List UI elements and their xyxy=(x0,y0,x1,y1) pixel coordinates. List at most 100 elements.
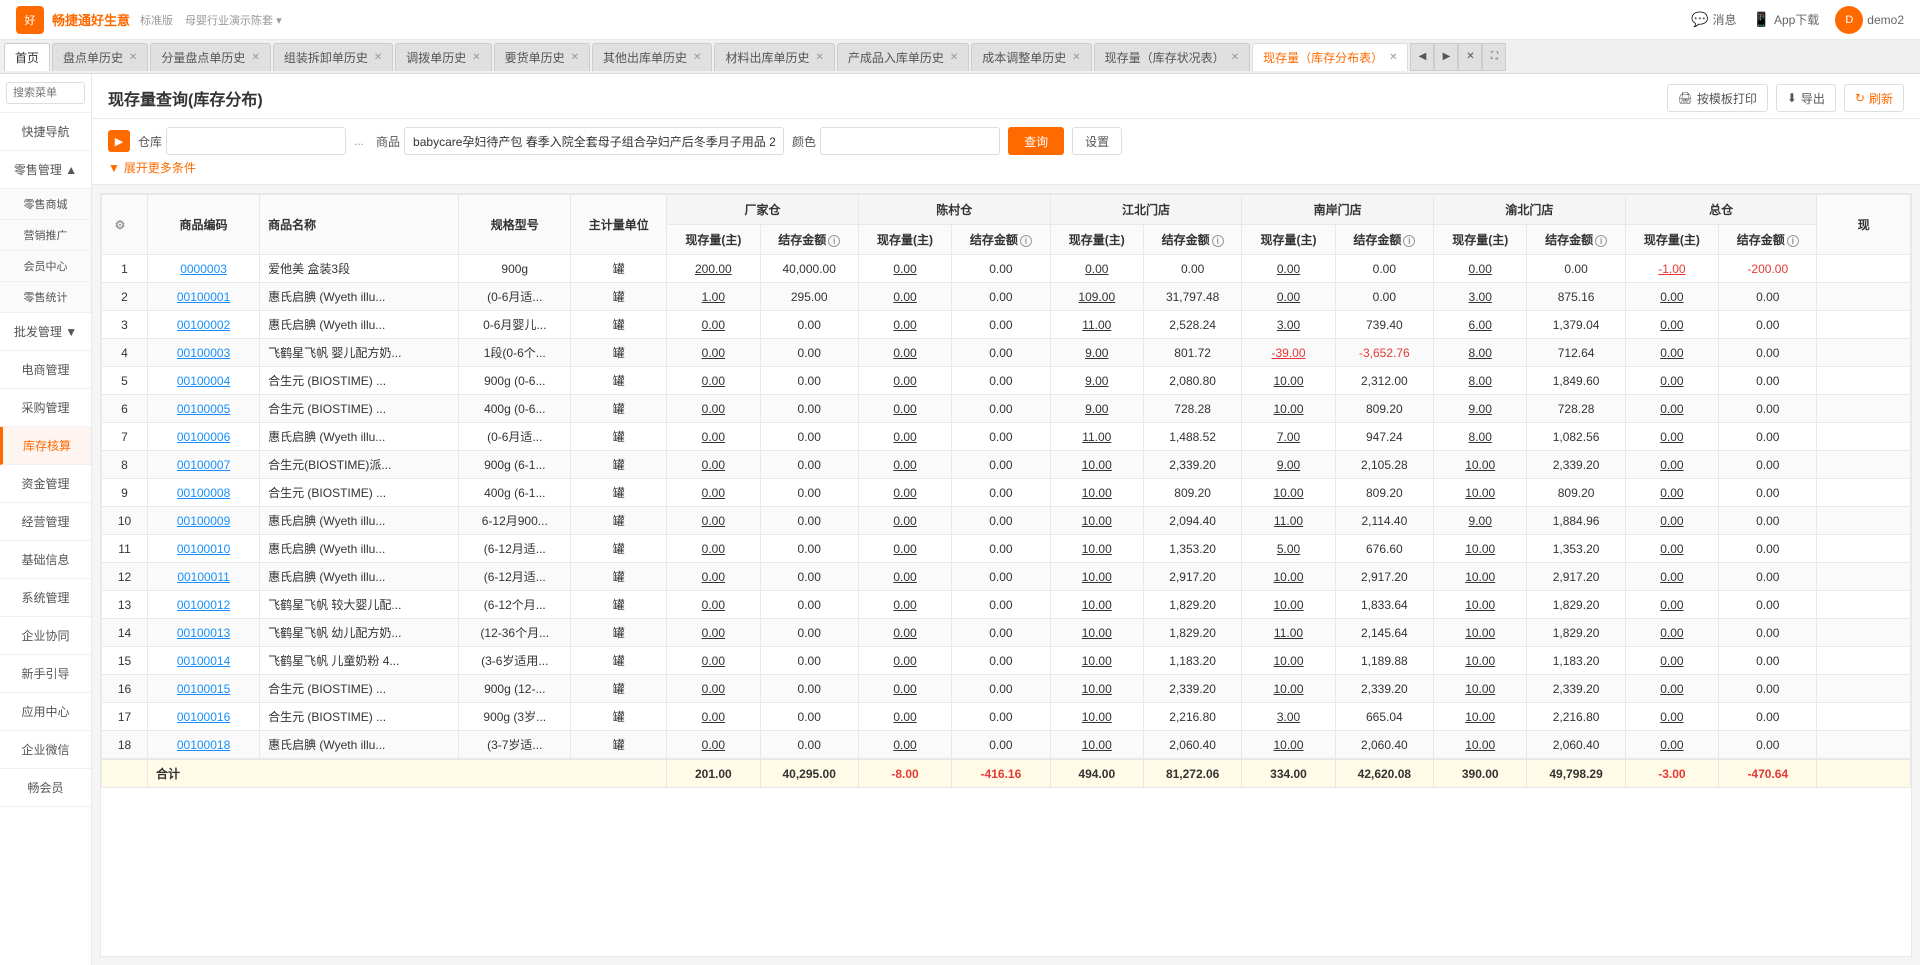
cell-chen-qty[interactable]: 0.00 xyxy=(858,563,951,591)
cell-yb-qty[interactable]: 10.00 xyxy=(1434,647,1527,675)
cell-factory-qty[interactable]: 0.00 xyxy=(667,563,760,591)
close-icon[interactable]: ✕ xyxy=(1389,52,1397,63)
cell-total-qty[interactable]: 0.00 xyxy=(1625,451,1718,479)
cell-code[interactable]: 00100002 xyxy=(148,311,260,339)
close-icon[interactable]: ✕ xyxy=(1231,52,1239,63)
cell-code[interactable]: 00100004 xyxy=(148,367,260,395)
close-icon[interactable]: ✕ xyxy=(129,52,137,63)
sidebar-item-ecommerce[interactable]: 电商管理 xyxy=(0,351,91,389)
cell-chen-qty[interactable]: 0.00 xyxy=(858,535,951,563)
sidebar-item-retail-shop[interactable]: 零售商城 xyxy=(0,189,91,220)
info-icon[interactable]: i xyxy=(1020,235,1032,247)
cell-factory-qty[interactable]: 0.00 xyxy=(667,731,760,760)
cell-na-qty[interactable]: 10.00 xyxy=(1242,647,1335,675)
cell-factory-qty[interactable]: 0.00 xyxy=(667,591,760,619)
cell-chen-qty[interactable]: 0.00 xyxy=(858,451,951,479)
warehouse-input[interactable] xyxy=(166,127,346,155)
color-input[interactable] xyxy=(820,127,1000,155)
cell-factory-qty[interactable]: 0.00 xyxy=(667,451,760,479)
cell-code[interactable]: 00100003 xyxy=(148,339,260,367)
cell-na-qty[interactable]: 10.00 xyxy=(1242,367,1335,395)
cell-total-qty[interactable]: 0.00 xyxy=(1625,591,1718,619)
expand-more-btn[interactable]: ▼ 展开更多条件 xyxy=(108,159,1904,176)
info-icon[interactable]: i xyxy=(1212,235,1224,247)
tab-partial[interactable]: 分量盘点单历史 ✕ xyxy=(150,43,270,71)
close-icon[interactable]: ✕ xyxy=(571,52,579,63)
cell-chen-qty[interactable]: 0.00 xyxy=(858,731,951,760)
cell-code[interactable]: 00100007 xyxy=(148,451,260,479)
cell-jb-qty[interactable]: 11.00 xyxy=(1050,423,1143,451)
cell-code[interactable]: 00100009 xyxy=(148,507,260,535)
cell-yb-qty[interactable]: 10.00 xyxy=(1434,731,1527,760)
cell-code[interactable]: 00100014 xyxy=(148,647,260,675)
sidebar-item-finance[interactable]: 资金管理 xyxy=(0,465,91,503)
info-icon[interactable]: i xyxy=(828,235,840,247)
cell-total-qty[interactable]: 0.00 xyxy=(1625,507,1718,535)
info-icon[interactable]: i xyxy=(1595,235,1607,247)
cell-factory-qty[interactable]: 200.00 xyxy=(667,255,760,283)
sidebar-item-wholesale[interactable]: 批发管理 ▼ xyxy=(0,313,91,351)
cell-total-qty[interactable]: 0.00 xyxy=(1625,423,1718,451)
cell-yb-qty[interactable]: 3.00 xyxy=(1434,283,1527,311)
close-icon[interactable]: ✕ xyxy=(251,52,259,63)
cell-chen-qty[interactable]: 0.00 xyxy=(858,675,951,703)
cell-chen-qty[interactable]: 0.00 xyxy=(858,311,951,339)
cell-factory-qty[interactable]: 0.00 xyxy=(667,619,760,647)
tab-prev-btn[interactable]: ◀ xyxy=(1410,43,1434,71)
cell-chen-qty[interactable]: 0.00 xyxy=(858,423,951,451)
cell-code[interactable]: 00100015 xyxy=(148,675,260,703)
tab-transfer[interactable]: 调拨单历史 ✕ xyxy=(395,43,491,71)
gear-th[interactable]: ⚙ xyxy=(102,195,148,255)
cell-factory-qty[interactable]: 0.00 xyxy=(667,479,760,507)
cell-na-qty[interactable]: 0.00 xyxy=(1242,255,1335,283)
cell-yb-qty[interactable]: 8.00 xyxy=(1434,367,1527,395)
cell-code[interactable]: 00100005 xyxy=(148,395,260,423)
cell-jb-qty[interactable]: 9.00 xyxy=(1050,339,1143,367)
tab-home[interactable]: 首页 xyxy=(4,43,50,71)
cell-factory-qty[interactable]: 1.00 xyxy=(667,283,760,311)
close-icon[interactable]: ✕ xyxy=(1072,52,1080,63)
refresh-btn[interactable]: ↻ 刷新 xyxy=(1844,84,1904,112)
sidebar-item-enterprise[interactable]: 企业协同 xyxy=(0,617,91,655)
cell-jb-qty[interactable]: 11.00 xyxy=(1050,311,1143,339)
cell-na-qty[interactable]: 10.00 xyxy=(1242,591,1335,619)
cell-jb-qty[interactable]: 10.00 xyxy=(1050,507,1143,535)
cell-jb-qty[interactable]: 109.00 xyxy=(1050,283,1143,311)
sidebar-item-wechat[interactable]: 企业微信 xyxy=(0,731,91,769)
table-container[interactable]: ⚙ 商品编码 商品名称 规格型号 主计量单位 厂家仓 陈村仓 江北门店 南岸门店… xyxy=(100,193,1912,957)
close-icon[interactable]: ✕ xyxy=(693,52,701,63)
cell-chen-qty[interactable]: 0.00 xyxy=(858,479,951,507)
cell-chen-qty[interactable]: 0.00 xyxy=(858,367,951,395)
tab-stock-dist[interactable]: 现存量（库存分布表）✕ xyxy=(1252,43,1408,71)
cell-chen-qty[interactable]: 0.00 xyxy=(858,703,951,731)
cell-yb-qty[interactable]: 0.00 xyxy=(1434,255,1527,283)
tab-purchase-order[interactable]: 要货单历史 ✕ xyxy=(494,43,590,71)
cell-jb-qty[interactable]: 0.00 xyxy=(1050,255,1143,283)
tab-product-in[interactable]: 产成品入库单历史 ✕ xyxy=(837,43,969,71)
info-icon[interactable]: i xyxy=(1403,235,1415,247)
cell-total-qty[interactable]: 0.00 xyxy=(1625,283,1718,311)
cell-na-qty[interactable]: 10.00 xyxy=(1242,675,1335,703)
cell-code[interactable]: 00100011 xyxy=(148,563,260,591)
cell-jb-qty[interactable]: 10.00 xyxy=(1050,563,1143,591)
cell-chen-qty[interactable]: 0.00 xyxy=(858,339,951,367)
export-btn[interactable]: ⬇ 导出 xyxy=(1776,84,1836,112)
sidebar-item-operations[interactable]: 经营管理 xyxy=(0,503,91,541)
sidebar-item-basic-info[interactable]: 基础信息 xyxy=(0,541,91,579)
cell-factory-qty[interactable]: 0.00 xyxy=(667,675,760,703)
cell-factory-qty[interactable]: 0.00 xyxy=(667,423,760,451)
sidebar-item-app-center[interactable]: 应用中心 xyxy=(0,693,91,731)
cell-jb-qty[interactable]: 10.00 xyxy=(1050,479,1143,507)
cell-chen-qty[interactable]: 0.00 xyxy=(858,255,951,283)
cell-total-qty[interactable]: 0.00 xyxy=(1625,675,1718,703)
cell-jb-qty[interactable]: 10.00 xyxy=(1050,731,1143,760)
cell-jb-qty[interactable]: 10.00 xyxy=(1050,675,1143,703)
tab-maximize-btn[interactable]: ⛶ xyxy=(1482,43,1506,71)
sidebar-item-retail-mgmt[interactable]: 零售管理 ▲ xyxy=(0,151,91,189)
cell-code[interactable]: 00100008 xyxy=(148,479,260,507)
cell-total-qty[interactable]: -1.00 xyxy=(1625,255,1718,283)
user-avatar[interactable]: D demo2 xyxy=(1835,6,1904,34)
cell-na-qty[interactable]: 11.00 xyxy=(1242,507,1335,535)
cell-code[interactable]: 00100013 xyxy=(148,619,260,647)
cell-total-qty[interactable]: 0.00 xyxy=(1625,339,1718,367)
